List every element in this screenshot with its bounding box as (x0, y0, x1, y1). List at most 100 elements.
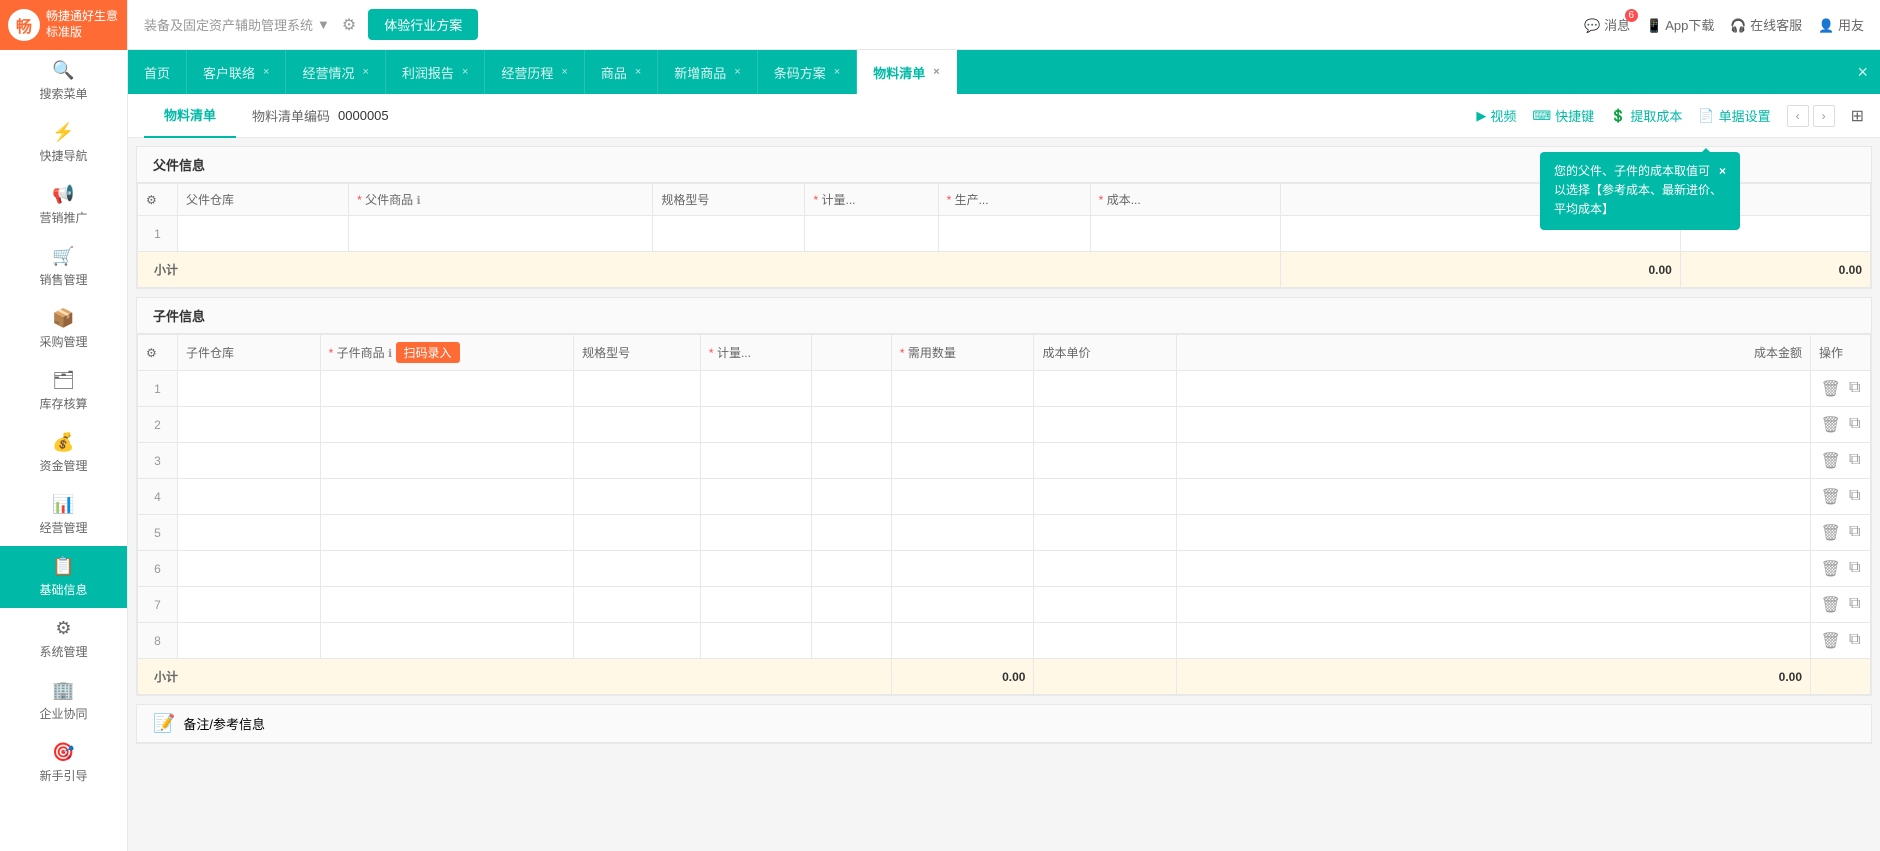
sidebar-item-enterprise[interactable]: 🏢 企业协同 (0, 670, 127, 732)
child-unit-price-8[interactable] (1034, 623, 1177, 659)
tab-goods-close[interactable]: × (635, 66, 641, 78)
tab-barcode-close[interactable]: × (834, 66, 840, 78)
child-qty-7[interactable] (891, 587, 1034, 623)
child-spec-5[interactable] (574, 515, 701, 551)
copy-icon-8[interactable]: ⧉ (1849, 631, 1860, 651)
tab-new-goods-close[interactable]: × (734, 66, 740, 78)
child-product-6[interactable] (320, 551, 574, 587)
child-spec-1[interactable] (574, 371, 701, 407)
child-product-7[interactable] (320, 587, 574, 623)
sidebar-item-search[interactable]: 🔍 搜索菜单 (0, 50, 127, 112)
child-warehouse-7[interactable] (178, 587, 321, 623)
user-menu[interactable]: 👤 用友 (1818, 15, 1864, 34)
copy-icon-3[interactable]: ⧉ (1849, 451, 1860, 471)
sidebar-item-basic-info[interactable]: 📋 基础信息 (0, 546, 127, 608)
scan-btn[interactable]: 扫码录入 (396, 342, 460, 363)
sidebar-item-finance[interactable]: 💰 资金管理 (0, 422, 127, 484)
child-spec-4[interactable] (574, 479, 701, 515)
tooltip-close-btn[interactable]: × (1719, 162, 1726, 181)
sidebar-item-system[interactable]: ⚙ 系统管理 (0, 608, 127, 670)
child-warehouse-2[interactable] (178, 407, 321, 443)
tab-bom[interactable]: 物料清单 × (857, 50, 956, 94)
shortcut-action[interactable]: ⌨ 快捷键 (1532, 106, 1594, 125)
child-unit-4[interactable] (700, 479, 811, 515)
child-unit-price-2[interactable] (1034, 407, 1177, 443)
child-warehouse-8[interactable] (178, 623, 321, 659)
parent-warehouse-1[interactable] (178, 216, 349, 252)
child-unit-price-5[interactable] (1034, 515, 1177, 551)
delete-icon-8[interactable]: 🗑 (1821, 631, 1841, 651)
sidebar-item-sales[interactable]: 🛒 销售管理 (0, 236, 127, 298)
grid-view-icon[interactable]: ⊞ (1851, 106, 1864, 126)
parent-spec-1[interactable] (653, 216, 805, 252)
delete-icon-4[interactable]: 🗑 (1821, 487, 1841, 507)
child-unit-7[interactable] (700, 587, 811, 623)
delete-icon-5[interactable]: 🗑 (1821, 523, 1841, 543)
sidebar-item-purchase[interactable]: 📦 采购管理 (0, 298, 127, 360)
extract-cost-action[interactable]: 💲 提取成本 (1610, 106, 1682, 125)
child-warehouse-4[interactable] (178, 479, 321, 515)
copy-icon-5[interactable]: ⧉ (1849, 523, 1860, 543)
sidebar-item-quick-nav[interactable]: ⚡ 快捷导航 (0, 112, 127, 174)
child-spec-6[interactable] (574, 551, 701, 587)
system-selector[interactable]: 装备及固定资产辅助管理系统 ▼ (144, 15, 330, 34)
child-product-4[interactable] (320, 479, 574, 515)
child-warehouse-5[interactable] (178, 515, 321, 551)
child-unit-price-6[interactable] (1034, 551, 1177, 587)
sidebar-item-guide[interactable]: 🎯 新手引导 (0, 732, 127, 794)
tab-close-all[interactable]: × (1845, 62, 1880, 83)
tab-home[interactable]: 首页 (128, 50, 187, 94)
child-unit-price-1[interactable] (1034, 371, 1177, 407)
child-product-3[interactable] (320, 443, 574, 479)
delete-icon-2[interactable]: 🗑 (1821, 415, 1841, 435)
child-spec-2[interactable] (574, 407, 701, 443)
tab-profit-close[interactable]: × (462, 66, 468, 78)
child-product-5[interactable] (320, 515, 574, 551)
parent-cost-1[interactable] (1090, 216, 1280, 252)
tab-goods[interactable]: 商品 × (585, 50, 658, 94)
child-spec-7[interactable] (574, 587, 701, 623)
sidebar-item-marketing[interactable]: 📢 营销推广 (0, 174, 127, 236)
sidebar-item-operations[interactable]: 📊 经营管理 (0, 484, 127, 546)
delete-icon-6[interactable]: 🗑 (1821, 559, 1841, 579)
child-qty-6[interactable] (891, 551, 1034, 587)
child-qty-8[interactable] (891, 623, 1034, 659)
tab-operations[interactable]: 经营情况 × (286, 50, 385, 94)
child-warehouse-3[interactable] (178, 443, 321, 479)
sub-tab-bom-list[interactable]: 物料清单 (144, 94, 236, 138)
tab-bom-close[interactable]: × (933, 66, 939, 78)
tab-customer-close[interactable]: × (263, 66, 269, 78)
app-download[interactable]: 📱 App下载 (1646, 15, 1714, 34)
child-unit-price-4[interactable] (1034, 479, 1177, 515)
child-warehouse-1[interactable] (178, 371, 321, 407)
delete-icon-3[interactable]: 🗑 (1821, 451, 1841, 471)
child-spec-3[interactable] (574, 443, 701, 479)
child-unit-5[interactable] (700, 515, 811, 551)
tab-history-close[interactable]: × (561, 66, 567, 78)
parent-produce-1[interactable] (938, 216, 1090, 252)
child-unit-price-7[interactable] (1034, 587, 1177, 623)
child-warehouse-6[interactable] (178, 551, 321, 587)
child-qty-4[interactable] (891, 479, 1034, 515)
tab-history[interactable]: 经营历程 × (485, 50, 584, 94)
child-product-1[interactable] (320, 371, 574, 407)
copy-icon-4[interactable]: ⧉ (1849, 487, 1860, 507)
child-product-2[interactable] (320, 407, 574, 443)
child-unit-8[interactable] (700, 623, 811, 659)
delete-icon-1[interactable]: 🗑 (1821, 379, 1841, 399)
online-service[interactable]: 🎧 在线客服 (1730, 15, 1802, 34)
copy-icon-2[interactable]: ⧉ (1849, 415, 1860, 435)
message-badge[interactable]: 💬 消息 6 (1584, 15, 1630, 34)
parent-product-1[interactable] (349, 216, 653, 252)
view-action[interactable]: ▶ 视频 (1476, 106, 1516, 125)
trial-btn[interactable]: 体验行业方案 (368, 9, 478, 40)
tab-barcode[interactable]: 条码方案 × (758, 50, 857, 94)
child-qty-5[interactable] (891, 515, 1034, 551)
tab-new-goods[interactable]: 新增商品 × (658, 50, 757, 94)
prev-arrow[interactable]: ‹ (1787, 105, 1809, 127)
child-unit-price-3[interactable] (1034, 443, 1177, 479)
tab-operations-close[interactable]: × (362, 66, 368, 78)
child-unit-2[interactable] (700, 407, 811, 443)
child-qty-1[interactable] (891, 371, 1034, 407)
sidebar-item-inventory[interactable]: 🗂 库存核算 (0, 360, 127, 422)
